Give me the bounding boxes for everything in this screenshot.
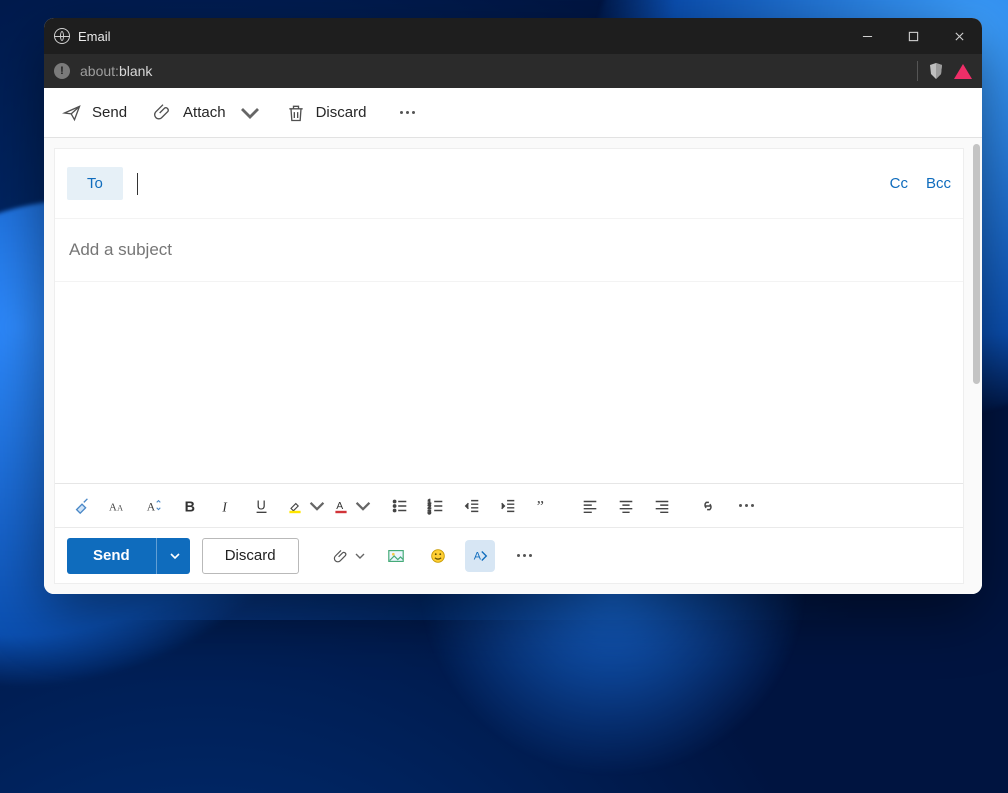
bcc-button[interactable]: Bcc	[926, 175, 951, 192]
bulleted-list-button[interactable]	[383, 490, 417, 522]
cc-button[interactable]: Cc	[890, 175, 908, 192]
svg-text:I: I	[221, 499, 228, 514]
toggle-formatting-button[interactable]: A	[465, 540, 495, 572]
close-button[interactable]	[936, 18, 982, 54]
discard-button-bottom[interactable]: Discard	[202, 538, 299, 574]
site-info-icon[interactable]: !	[54, 63, 70, 79]
compose-card: To Cc Bcc AA A	[54, 148, 964, 584]
command-bar: Send Attach Discard	[44, 88, 982, 138]
send-icon	[62, 103, 82, 123]
to-row: To Cc Bcc	[55, 149, 963, 219]
bold-button[interactable]: B	[173, 490, 207, 522]
svg-text:A: A	[117, 503, 123, 512]
insert-emoji-button[interactable]	[423, 540, 453, 572]
paperclip-icon	[153, 103, 173, 123]
align-center-button[interactable]	[609, 490, 643, 522]
align-right-button[interactable]	[645, 490, 679, 522]
svg-text:B: B	[185, 499, 195, 515]
svg-text:A: A	[336, 501, 343, 512]
app-window: Email ! about:blank	[44, 18, 982, 594]
format-painter-button[interactable]	[65, 490, 99, 522]
message-body[interactable]	[55, 282, 963, 483]
attach-file-button[interactable]	[329, 548, 369, 564]
font-button[interactable]: AA	[101, 490, 135, 522]
send-button[interactable]: Send	[52, 97, 137, 129]
insert-picture-button[interactable]	[381, 540, 411, 572]
maximize-button[interactable]	[890, 18, 936, 54]
send-split-button: Send	[67, 538, 190, 574]
svg-text:U: U	[257, 498, 266, 512]
compose-scroll-area: To Cc Bcc AA A	[44, 138, 982, 594]
svg-text:A: A	[109, 501, 117, 513]
font-size-button[interactable]: A	[137, 490, 171, 522]
action-more-button[interactable]	[509, 546, 540, 565]
formatting-more-button[interactable]	[731, 496, 762, 515]
underline-button[interactable]: U	[245, 490, 279, 522]
brave-shields-icon[interactable]	[928, 62, 944, 80]
decrease-indent-button[interactable]	[455, 490, 489, 522]
svg-text:A: A	[147, 500, 156, 513]
quote-button[interactable]: ”	[527, 490, 561, 522]
trash-icon	[286, 103, 306, 123]
brave-rewards-icon[interactable]	[954, 64, 972, 79]
minimize-button[interactable]	[844, 18, 890, 54]
chevron-down-icon	[309, 497, 325, 515]
highlight-color-button[interactable]	[281, 490, 325, 522]
insert-link-button[interactable]	[691, 490, 725, 522]
subject-input[interactable]	[67, 239, 951, 261]
font-color-button[interactable]: A	[327, 490, 371, 522]
formatting-toolbar: AA A B I U A	[55, 483, 963, 527]
scrollbar[interactable]	[973, 144, 980, 384]
to-input[interactable]	[137, 173, 876, 195]
subject-row	[55, 219, 963, 282]
attach-button[interactable]: Attach	[143, 97, 270, 129]
more-options-button[interactable]	[392, 103, 423, 122]
send-primary-button[interactable]: Send	[67, 538, 156, 574]
title-bar: Email	[44, 18, 982, 54]
action-bar: Send Discard A	[55, 527, 963, 583]
align-left-button[interactable]	[573, 490, 607, 522]
address-bar[interactable]: ! about:blank	[44, 54, 982, 88]
increase-indent-button[interactable]	[491, 490, 525, 522]
chevron-down-icon	[240, 103, 260, 123]
to-button[interactable]: To	[67, 167, 123, 200]
discard-button[interactable]: Discard	[276, 97, 377, 129]
numbered-list-button[interactable]: 123	[419, 490, 453, 522]
italic-button[interactable]: I	[209, 490, 243, 522]
chevron-down-icon	[355, 497, 371, 515]
chevron-down-icon	[355, 551, 365, 561]
window-title: Email	[78, 29, 111, 44]
svg-text:”: ”	[537, 497, 544, 515]
svg-text:A: A	[473, 550, 481, 562]
paperclip-icon	[333, 548, 349, 564]
send-options-button[interactable]	[156, 538, 190, 574]
separator	[917, 61, 918, 81]
url-text: about:blank	[80, 63, 152, 79]
globe-icon	[54, 28, 70, 44]
svg-text:3: 3	[428, 510, 431, 515]
